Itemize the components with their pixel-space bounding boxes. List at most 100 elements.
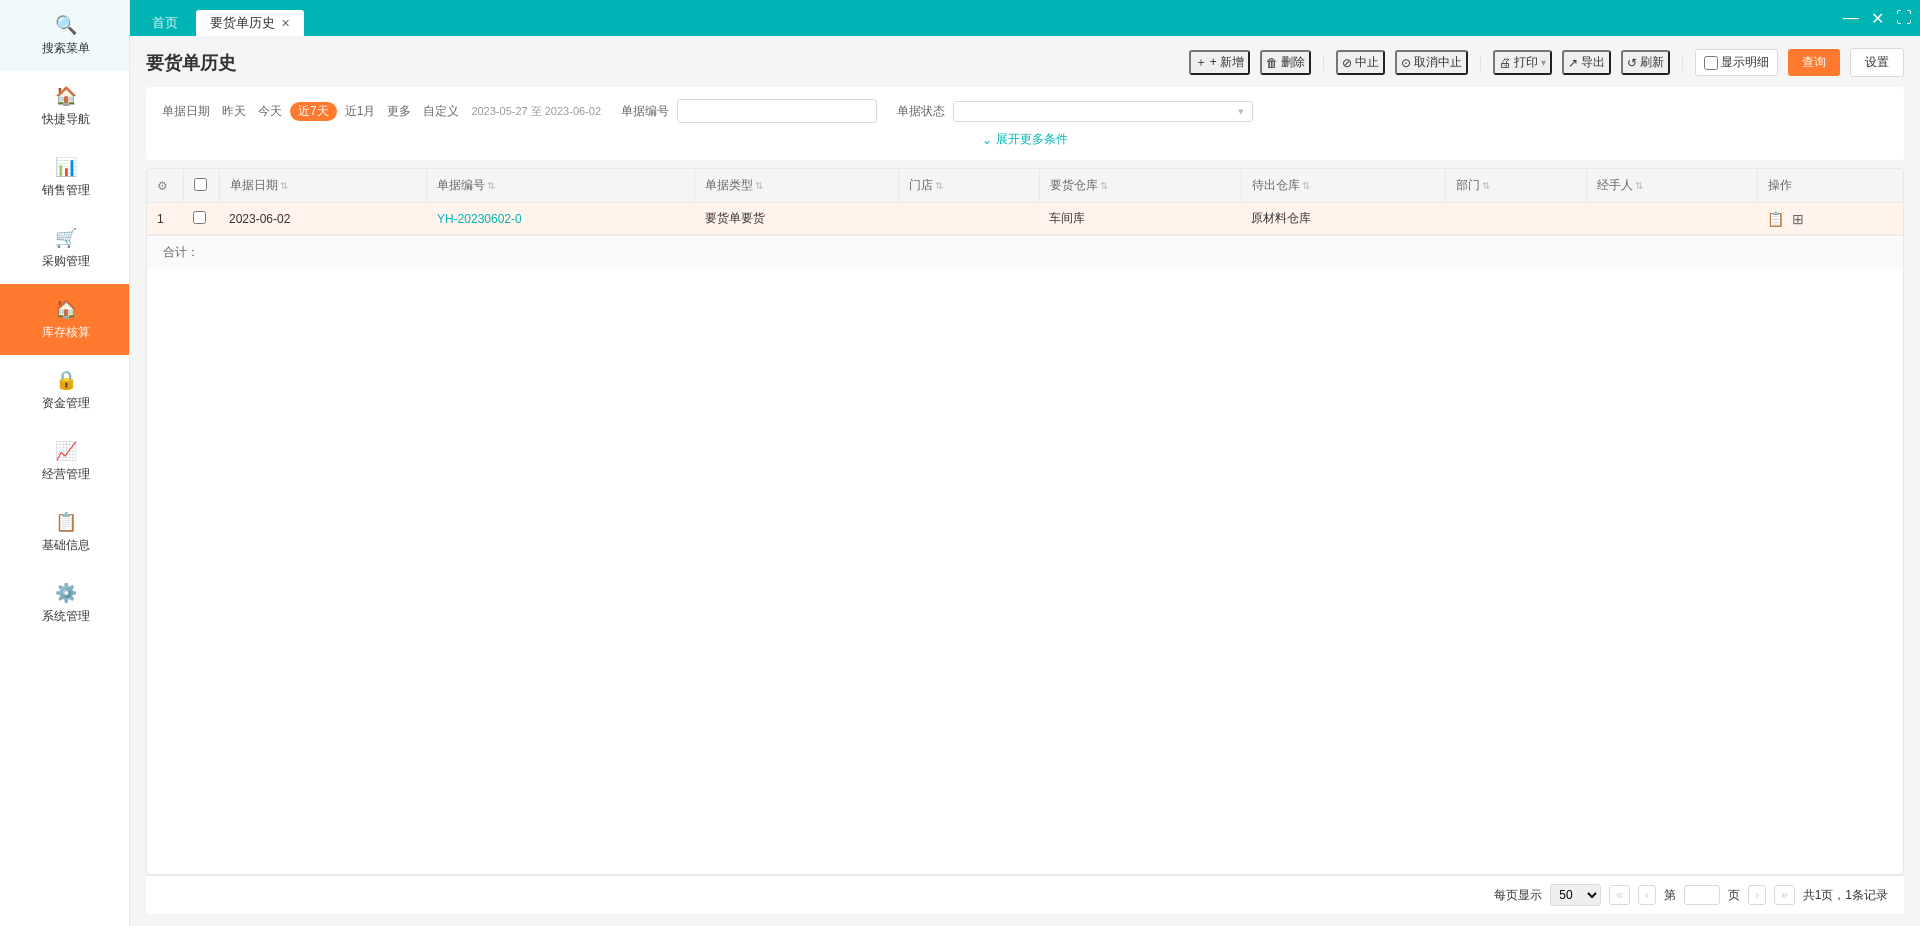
- sidebar-item-base-info[interactable]: 📋 基础信息: [0, 497, 129, 568]
- th-store[interactable]: 门店⇅: [899, 169, 1040, 203]
- divider1: [1323, 55, 1324, 71]
- purchase-mgmt-label: 采购管理: [42, 253, 90, 270]
- select-all-checkbox[interactable]: [194, 178, 207, 191]
- th-label-pending_warehouse: 待出仓库: [1252, 178, 1300, 192]
- th-label-doc_type: 单据类型: [705, 178, 753, 192]
- print-button[interactable]: 🖨 打印 ▾: [1493, 50, 1552, 75]
- doc-status-label: 单据状态: [897, 103, 945, 120]
- gear-icon[interactable]: ⚙: [157, 179, 168, 193]
- th-label-doc_number: 单据编号: [437, 178, 485, 192]
- date-btn-last7days[interactable]: 近7天: [290, 102, 337, 121]
- date-btn-last1month[interactable]: 近1月: [341, 102, 380, 121]
- cell-doc_number-0[interactable]: YH-20230602-0: [427, 203, 695, 235]
- doc-number-input[interactable]: [677, 99, 877, 123]
- delete-icon: 🗑: [1266, 56, 1278, 70]
- th-doc_date[interactable]: 单据日期⇅: [219, 169, 427, 203]
- export-icon: ↗: [1568, 56, 1578, 70]
- quick-nav-icon: 🏠: [55, 85, 77, 107]
- row-checkbox[interactable]: [193, 211, 206, 224]
- date-filter-label: 单据日期: [162, 103, 210, 120]
- date-btn-yesterday[interactable]: 昨天: [218, 102, 250, 121]
- next-page-btn[interactable]: ›: [1748, 885, 1766, 905]
- expand-more-btn[interactable]: ⌄ 展开更多条件: [162, 131, 1888, 148]
- th-index: ⚙: [147, 169, 183, 203]
- date-btn-custom[interactable]: 自定义: [419, 102, 463, 121]
- cancel-stop-button[interactable]: ⊙ 取消中止: [1395, 50, 1468, 75]
- prev-page-btn[interactable]: ‹: [1638, 885, 1656, 905]
- th-doc_type[interactable]: 单据类型⇅: [695, 169, 899, 203]
- cell-store-0: [899, 203, 1040, 235]
- view-action-icon[interactable]: 📋: [1767, 211, 1784, 227]
- cell-doc_type-0: 要货单要货: [695, 203, 899, 235]
- th-pending_warehouse[interactable]: 待出仓库⇅: [1241, 169, 1445, 203]
- th-doc_number[interactable]: 单据编号⇅: [427, 169, 695, 203]
- th-handler[interactable]: 经手人⇅: [1586, 169, 1757, 203]
- th-label-req_warehouse: 要货仓库: [1050, 178, 1098, 192]
- display-detail-button[interactable]: 显示明细: [1695, 49, 1778, 76]
- first-page-btn[interactable]: «: [1609, 885, 1630, 905]
- doc-number-label: 单据编号: [621, 103, 669, 120]
- cell-doc_date-0: 2023-06-02: [219, 203, 427, 235]
- sidebar-item-inventory-mgmt[interactable]: 🏠 库存核算: [0, 284, 129, 355]
- delete-button[interactable]: 🗑 删除: [1260, 50, 1311, 75]
- pagination-bar: 每页显示 102050100 « ‹ 第 1 页 › » 共1页，1条记录: [146, 875, 1904, 914]
- cell-req_warehouse-0: 车间库: [1039, 203, 1241, 235]
- search-menu-label: 搜索菜单: [42, 40, 90, 57]
- table-container: ⚙单据日期⇅单据编号⇅单据类型⇅门店⇅要货仓库⇅待出仓库⇅部门⇅经手人⇅操作 1…: [146, 168, 1904, 875]
- sidebar-item-search-menu[interactable]: 🔍 搜索菜单: [0, 0, 129, 71]
- display-detail-checkbox[interactable]: [1704, 56, 1718, 70]
- query-button[interactable]: 查询: [1788, 49, 1840, 76]
- cell-action-0: 📋 ⊞: [1757, 203, 1903, 235]
- cell-checkbox-0[interactable]: [183, 203, 219, 235]
- page-input[interactable]: 1: [1684, 885, 1720, 905]
- sidebar-item-quick-nav[interactable]: 🏠 快捷导航: [0, 71, 129, 142]
- action-icons: 📋 ⊞: [1767, 211, 1893, 227]
- base-info-icon: 📋: [55, 511, 77, 533]
- close-icon[interactable]: ✕: [1871, 9, 1884, 28]
- page-size-select[interactable]: 102050100: [1550, 884, 1601, 906]
- more-action-icon[interactable]: ⊞: [1792, 211, 1804, 227]
- sidebar-item-purchase-mgmt[interactable]: 🛒 采购管理: [0, 213, 129, 284]
- table-header-row: ⚙单据日期⇅单据编号⇅单据类型⇅门店⇅要货仓库⇅待出仓库⇅部门⇅经手人⇅操作: [147, 169, 1903, 203]
- th-department[interactable]: 部门⇅: [1446, 169, 1587, 203]
- refresh-button[interactable]: ↺ 刷新: [1621, 50, 1670, 75]
- sort-icon-pending_warehouse: ⇅: [1302, 180, 1310, 191]
- sidebar-item-finance-mgmt[interactable]: 🔒 资金管理: [0, 355, 129, 426]
- export-button[interactable]: ↗ 导出: [1562, 50, 1611, 75]
- system-mgmt-icon: ⚙️: [55, 582, 77, 604]
- th-req_warehouse[interactable]: 要货仓库⇅: [1039, 169, 1241, 203]
- minimize-icon[interactable]: —: [1843, 9, 1859, 27]
- divider2: [1480, 55, 1481, 71]
- cell-pending_warehouse-0: 原材料仓库: [1241, 203, 1445, 235]
- inventory-mgmt-label: 库存核算: [42, 324, 90, 341]
- toolbar: ＋ + 新增 🗑 删除 ⊘ 中止 ⊙ 取消中止 🖨: [1189, 48, 1904, 77]
- th-label-store: 门店: [909, 178, 933, 192]
- quick-nav-label: 快捷导航: [42, 111, 90, 128]
- sidebar-item-sales-mgmt[interactable]: 📊 销售管理: [0, 142, 129, 213]
- sidebar-item-system-mgmt[interactable]: ⚙️ 系统管理: [0, 568, 129, 639]
- tab-bar: 首页要货单历史✕ — ✕ ⛶: [130, 0, 1920, 36]
- sidebar-item-operations-mgmt[interactable]: 📈 经营管理: [0, 426, 129, 497]
- maximize-icon[interactable]: ⛶: [1896, 9, 1912, 27]
- tab-home[interactable]: 首页: [138, 10, 192, 36]
- doc-status-select[interactable]: ▾: [953, 101, 1253, 122]
- settings-button[interactable]: 设置: [1850, 48, 1904, 77]
- date-btn-today[interactable]: 今天: [254, 102, 286, 121]
- total-label: 共1页，1条记录: [1803, 887, 1888, 904]
- search-menu-icon: 🔍: [55, 14, 77, 36]
- last-page-btn[interactable]: »: [1774, 885, 1795, 905]
- add-button[interactable]: ＋ + 新增: [1189, 50, 1250, 75]
- operations-mgmt-label: 经营管理: [42, 466, 90, 483]
- doc-number-link[interactable]: YH-20230602-0: [437, 212, 522, 226]
- summary-label: 合计：: [163, 244, 199, 261]
- refresh-icon: ↺: [1627, 56, 1637, 70]
- finance-mgmt-label: 资金管理: [42, 395, 90, 412]
- window-controls: — ✕ ⛶: [1843, 9, 1912, 28]
- purchase-mgmt-icon: 🛒: [55, 227, 77, 249]
- sales-mgmt-icon: 📊: [55, 156, 77, 178]
- date-btn-more[interactable]: 更多: [383, 102, 415, 121]
- inventory-mgmt-icon: 🏠: [55, 298, 77, 320]
- tab-requisition-history[interactable]: 要货单历史✕: [196, 10, 304, 36]
- stop-button[interactable]: ⊘ 中止: [1336, 50, 1385, 75]
- tab-close-requisition-history[interactable]: ✕: [281, 17, 290, 30]
